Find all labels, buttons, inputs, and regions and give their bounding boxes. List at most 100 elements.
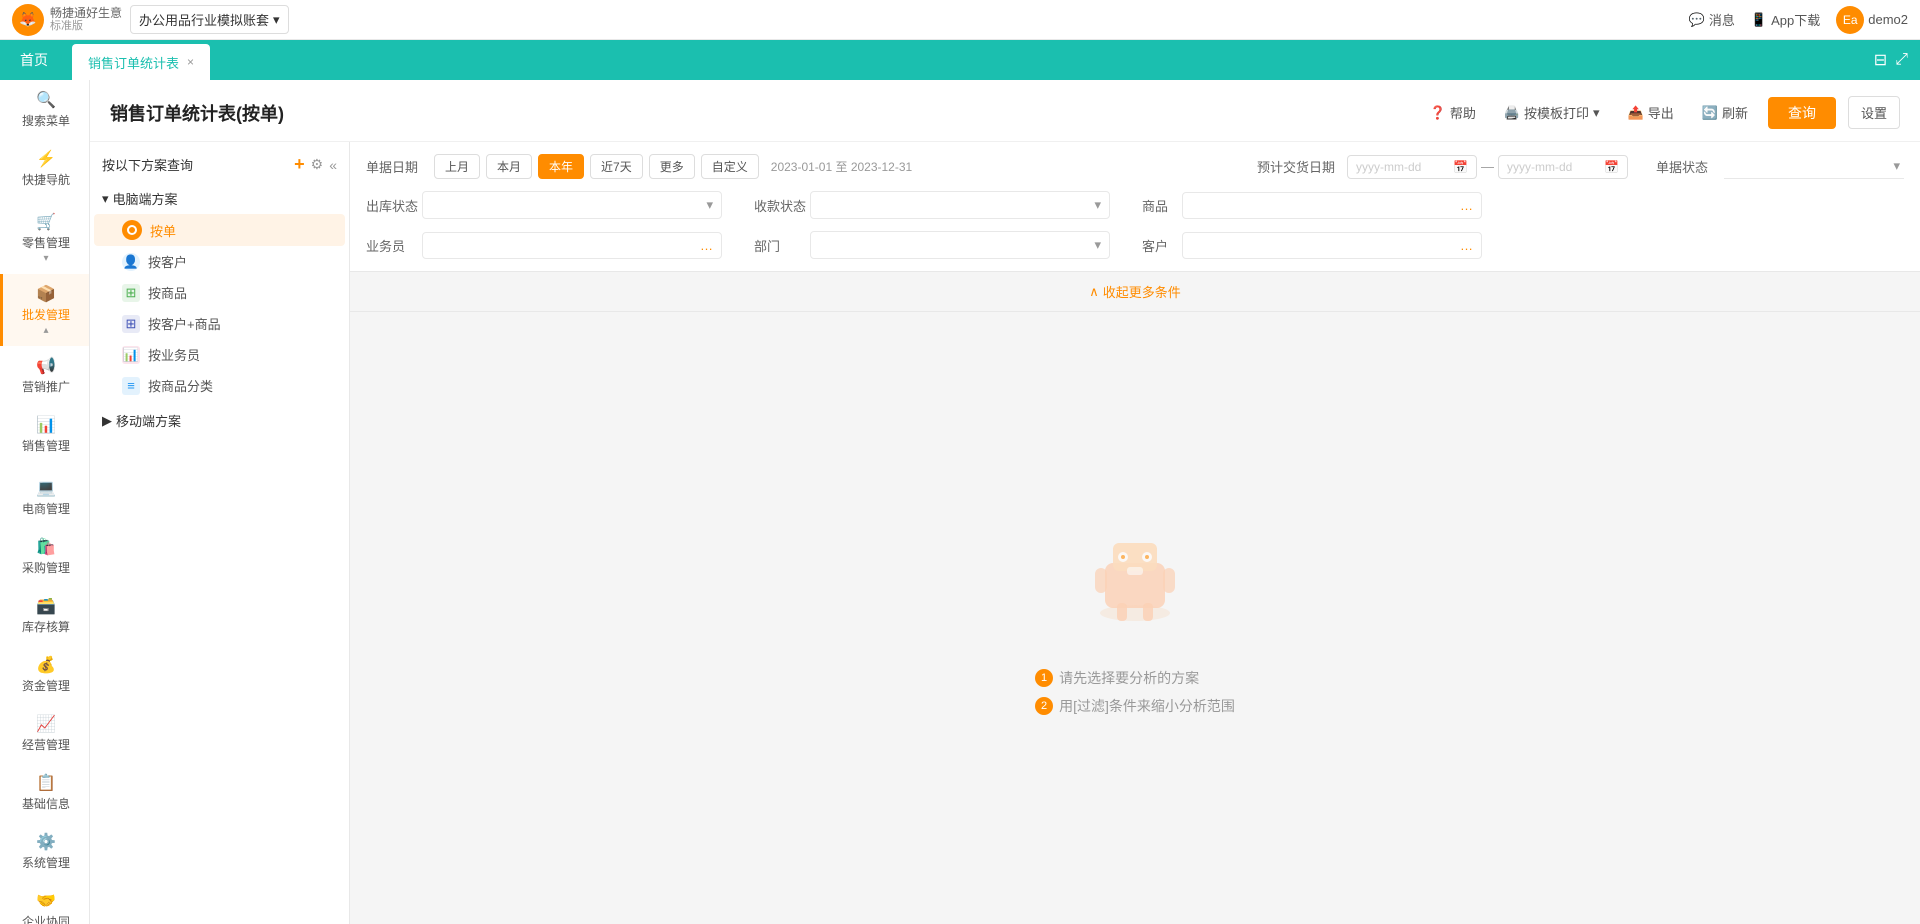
chevron-icon: ▾ xyxy=(43,253,48,264)
inventory-icon: 🗃️ xyxy=(36,596,56,616)
collapse-up-icon: ∧ xyxy=(1089,284,1099,300)
lightning-icon: ⚡ xyxy=(36,149,56,169)
sidebar-item-ecommerce[interactable]: 💻 电商管理 xyxy=(0,468,89,527)
sidebar-item-sales[interactable]: 📊 销售管理 xyxy=(0,405,89,464)
tabbar: 首页 销售订单统计表 × ⊟ ⤢ xyxy=(0,40,1920,80)
sidebar-item-inventory[interactable]: 🗃️ 库存核算 xyxy=(0,586,89,645)
calendar-icon: 📅 xyxy=(1453,160,1468,174)
filter-row-status: 出库状态 ▾ 收款状态 ▾ 商品 … xyxy=(366,191,1904,219)
date-range-display: 2023-01-01 至 2023-12-31 xyxy=(771,158,912,175)
date-btn-thismonth[interactable]: 本月 xyxy=(486,154,532,179)
customer-dots: … xyxy=(1460,238,1473,253)
payment-status-select[interactable]: ▾ xyxy=(810,191,1110,219)
help-button[interactable]: ❓ 帮助 xyxy=(1422,99,1484,126)
tab-sales-order[interactable]: 销售订单统计表 × xyxy=(72,44,210,80)
maximize-icon[interactable]: ⤢ xyxy=(1895,51,1908,69)
collab-icon: 🤝 xyxy=(36,891,56,911)
avatar: Ea xyxy=(1836,6,1864,34)
delivery-status-select[interactable]: ▾ xyxy=(422,191,722,219)
date-btn-lastmonth[interactable]: 上月 xyxy=(434,154,480,179)
scheme-panel-title: 按以下方案查询 xyxy=(102,155,193,174)
tree-group-mobile-label[interactable]: ▶ 移动端方案 xyxy=(94,405,345,436)
tabbar-actions: ⊟ ⤢ xyxy=(1874,50,1920,70)
tree-item-by-product-cat[interactable]: ≡ 按商品分类 xyxy=(94,370,345,401)
product-label: 商品 xyxy=(1142,196,1182,215)
by-salesperson-icon: 📊 xyxy=(122,346,140,364)
sidebar-item-operations[interactable]: 📈 经营管理 xyxy=(0,704,89,763)
tree-item-by-product[interactable]: ⊞ 按商品 xyxy=(94,277,345,308)
collapse-bar[interactable]: ∧ 收起更多条件 xyxy=(350,272,1920,312)
refresh-button[interactable]: 🔄 刷新 xyxy=(1694,99,1756,126)
add-scheme-icon[interactable]: + xyxy=(294,154,305,175)
empty-illustration xyxy=(1075,513,1195,652)
date-btn-custom[interactable]: 自定义 xyxy=(701,154,759,179)
tree-group-desktop: ▾ 电脑端方案 按单 👤 按客户 xyxy=(94,183,345,401)
doc-status-select[interactable]: ▾ xyxy=(1724,154,1904,179)
settings-scheme-icon[interactable]: ⚙ xyxy=(311,156,324,173)
doc-status-label: 单据状态 xyxy=(1656,157,1712,176)
date-btn-more[interactable]: 更多 xyxy=(649,154,695,179)
app-selector[interactable]: 办公用品行业模拟账套 ▾ xyxy=(130,5,289,34)
tree-group-desktop-label[interactable]: ▾ 电脑端方案 xyxy=(94,183,345,214)
by-product-icon: ⊞ xyxy=(122,284,140,302)
settings-button[interactable]: 设置 xyxy=(1848,96,1900,129)
right-panel: 单据日期 上月 本月 本年 近7天 更多 自定义 2023-01-01 至 20… xyxy=(350,142,1920,924)
by-customer-icon: 👤 xyxy=(122,253,140,271)
product-dots: … xyxy=(1460,198,1473,213)
content-area: 销售订单统计表(按单) ❓ 帮助 🖨️ 按模板打印 ▾ 📤 导出 🔄 刷新 xyxy=(90,80,1920,924)
logo-icon: 🦊 xyxy=(12,4,44,36)
by-order-icon xyxy=(122,220,142,240)
tab-close-icon[interactable]: × xyxy=(187,55,194,69)
chevron-up-icon: ▴ xyxy=(43,325,48,336)
sidebar: 🔍 搜索菜单 ⚡ 快捷导航 🛒 零售管理 ▾ 📦 批发管理 ▴ 📢 营销推广 📊… xyxy=(0,80,90,924)
sidebar-item-quicknav[interactable]: ⚡ 快捷导航 xyxy=(0,139,89,198)
date-separator: — xyxy=(1481,159,1494,174)
purchase-icon: 🛍️ xyxy=(36,537,56,557)
department-select[interactable]: ▾ xyxy=(810,231,1110,259)
scheme-panel-header: 按以下方案查询 + ⚙ « xyxy=(90,154,349,183)
empty-tips: 1 请先选择要分析的方案 2 用[过滤]条件来缩小分析范围 xyxy=(1035,668,1235,724)
sidebar-item-purchase[interactable]: 🛍️ 采购管理 xyxy=(0,527,89,586)
tree-item-by-customer-product[interactable]: ⊞ 按客户+商品 xyxy=(94,308,345,339)
tab-home[interactable]: 首页 xyxy=(0,40,68,80)
collapse-scheme-icon[interactable]: « xyxy=(329,157,337,173)
search-icon: 🔍 xyxy=(36,90,56,110)
tree-item-by-customer[interactable]: 👤 按客户 xyxy=(94,246,345,277)
print-icon: 🖨️ xyxy=(1504,105,1520,121)
template-print-button[interactable]: 🖨️ 按模板打印 ▾ xyxy=(1496,99,1608,126)
customer-select[interactable]: … xyxy=(1182,232,1482,259)
scheme-panel: 按以下方案查询 + ⚙ « ▾ 电脑端方案 xyxy=(90,142,350,924)
date-btn-thisyear[interactable]: 本年 xyxy=(538,154,584,179)
salesperson-select[interactable]: … xyxy=(422,232,722,259)
expected-date-from[interactable]: yyyy-mm-dd 📅 xyxy=(1347,155,1477,179)
export-button[interactable]: 📤 导出 xyxy=(1620,99,1682,126)
marketing-icon: 📢 xyxy=(36,356,56,376)
sidebar-item-system[interactable]: ⚙️ 系统管理 xyxy=(0,822,89,881)
message-icon: 💬 xyxy=(1689,12,1705,28)
tree-item-by-order[interactable]: 按单 xyxy=(94,214,345,246)
product-select[interactable]: … xyxy=(1182,192,1482,219)
sales-icon: 📊 xyxy=(36,415,56,435)
message-button[interactable]: 💬 消息 xyxy=(1689,10,1735,29)
filter-section: 单据日期 上月 本月 本年 近7天 更多 自定义 2023-01-01 至 20… xyxy=(350,142,1920,272)
expected-date-to[interactable]: yyyy-mm-dd 📅 xyxy=(1498,155,1628,179)
sidebar-item-retail[interactable]: 🛒 零售管理 ▾ xyxy=(0,202,89,274)
scheme-tree: ▾ 电脑端方案 按单 👤 按客户 xyxy=(90,183,349,436)
minimize-icon[interactable]: ⊟ xyxy=(1874,50,1887,70)
filter-row-person: 业务员 … 部门 ▾ 客户 … xyxy=(366,231,1904,259)
sidebar-item-finance[interactable]: 💰 资金管理 xyxy=(0,645,89,704)
system-icon: ⚙️ xyxy=(36,832,56,852)
app-download-button[interactable]: 📱 App下载 xyxy=(1751,10,1820,29)
sidebar-item-basic[interactable]: 📋 基础信息 xyxy=(0,763,89,822)
scheme-panel-actions: + ⚙ « xyxy=(294,154,337,175)
query-button[interactable]: 查询 xyxy=(1768,97,1836,129)
page-actions: ❓ 帮助 🖨️ 按模板打印 ▾ 📤 导出 🔄 刷新 查询 设置 xyxy=(1422,96,1900,129)
sidebar-item-marketing[interactable]: 📢 营销推广 xyxy=(0,346,89,405)
tree-item-by-salesperson[interactable]: 📊 按业务员 xyxy=(94,339,345,370)
user-menu[interactable]: Ea demo2 xyxy=(1836,6,1908,34)
retail-icon: 🛒 xyxy=(36,212,56,232)
sidebar-item-collab[interactable]: 🤝 企业协同 xyxy=(0,881,89,924)
sidebar-item-wholesale[interactable]: 📦 批发管理 ▴ xyxy=(0,274,89,346)
date-btn-7days[interactable]: 近7天 xyxy=(590,154,643,179)
sidebar-item-search[interactable]: 🔍 搜索菜单 xyxy=(0,80,89,139)
